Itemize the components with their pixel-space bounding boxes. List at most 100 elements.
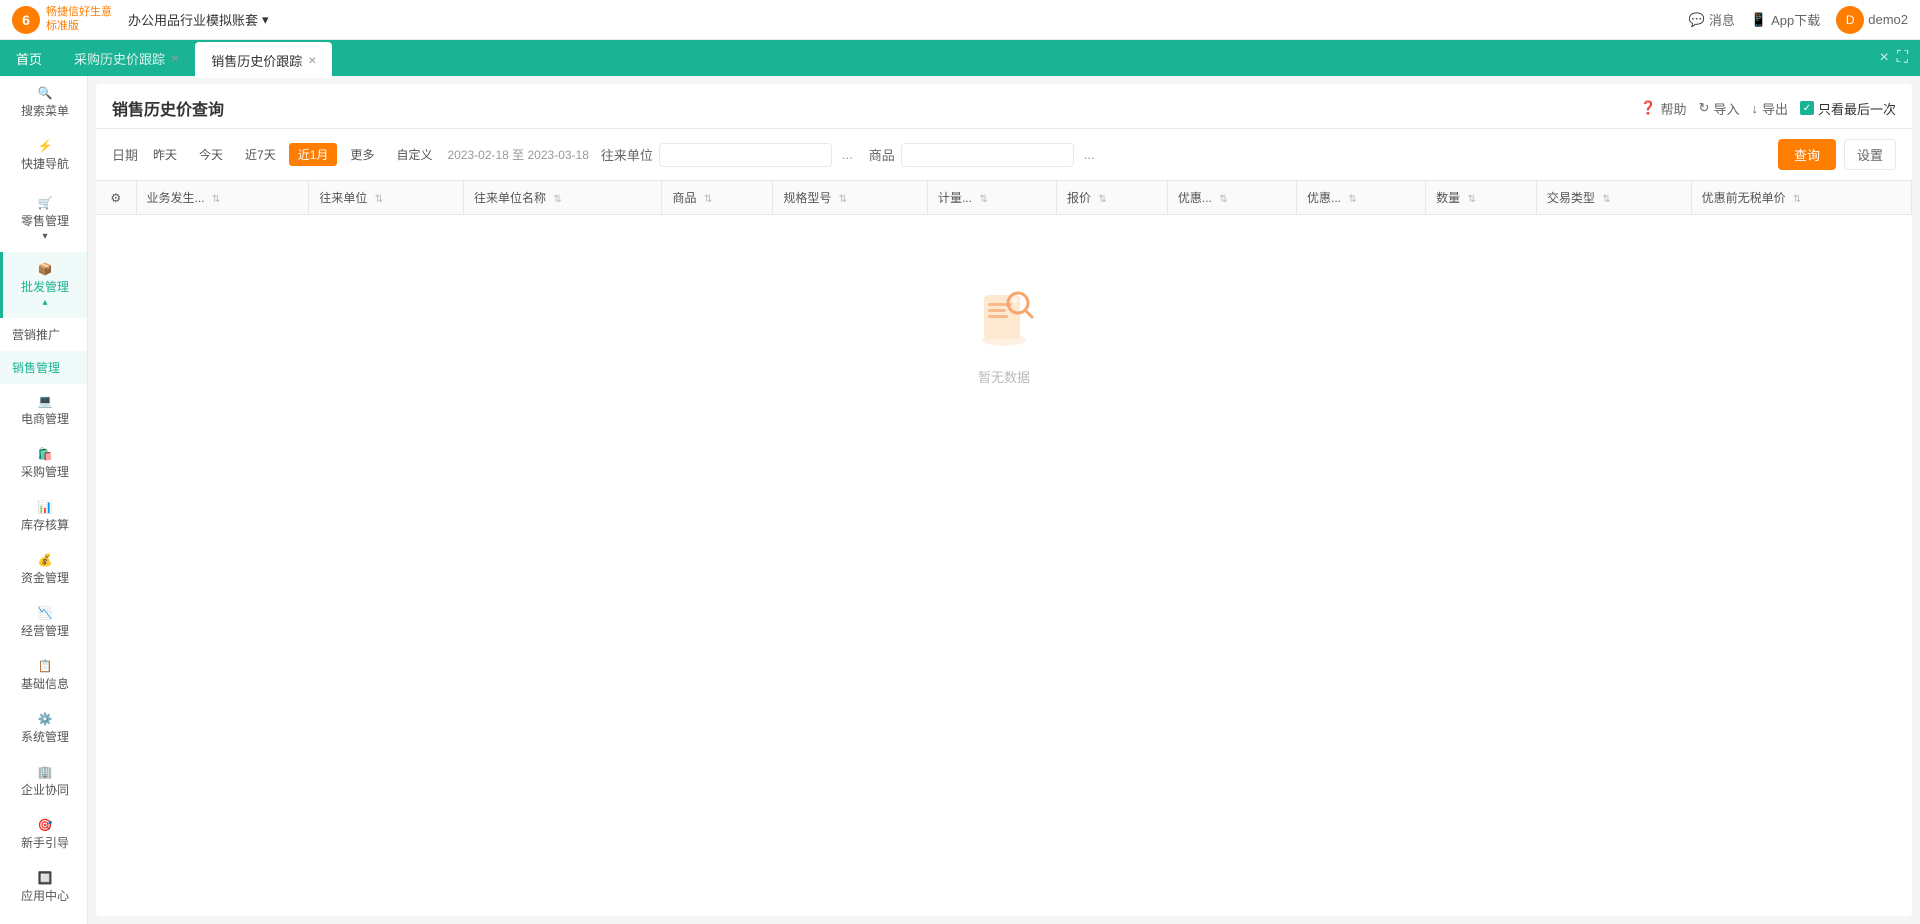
quick-nav-icon: ⚡ (38, 139, 53, 153)
col-qty[interactable]: 数量 ⇅ (1426, 181, 1537, 215)
sidebar-item-finance[interactable]: 💰 资金管理 (0, 543, 87, 596)
date-btn-yesterday[interactable]: 昨天 (144, 143, 186, 166)
query-button[interactable]: 查询 (1778, 139, 1836, 170)
sidebar-item-enterprise[interactable]: 🏢 企业协同 (0, 755, 87, 808)
tab-bar-actions: × ⛶ (1879, 49, 1920, 67)
top-bar: 6 畅捷信好生意 标准版 办公用品行业模拟账套 ▾ 💬 消息 📱 App下载 D… (0, 0, 1920, 40)
export-button[interactable]: ↓ 导出 (1751, 99, 1788, 118)
col-spec[interactable]: 规格型号 ⇅ (773, 181, 928, 215)
tab-sales-history[interactable]: 销售历史价跟踪 × (195, 42, 332, 78)
export-icon: ↓ (1751, 101, 1758, 116)
empty-state: 暂无数据 (96, 215, 1912, 446)
col-price[interactable]: 报价 ⇅ (1057, 181, 1168, 215)
purchase-icon: 🛍️ (38, 447, 53, 461)
apps-icon: 🔲 (38, 871, 53, 885)
sidebar-item-basics[interactable]: 📋 基础信息 (0, 649, 87, 702)
only-last-checkbox-label[interactable]: ✓ 只看最后一次 (1800, 99, 1896, 118)
sidebar-item-quick-nav[interactable]: ⚡ 快捷导航 (0, 129, 87, 182)
date-btn-today[interactable]: 今天 (190, 143, 232, 166)
logo-icon: 6 (12, 6, 40, 34)
date-label: 日期 (112, 145, 138, 164)
content-area: 销售历史价查询 ❓ 帮助 ↻ 导入 ↓ 导出 ✓ (88, 76, 1920, 924)
sidebar-item-wechat[interactable]: 💬 企业微信 (0, 914, 87, 924)
sort-no-tax-price-icon: ⇅ (1793, 194, 1801, 205)
col-partner-code[interactable]: 往来单位 ⇅ (309, 181, 464, 215)
date-buttons: 昨天 今天 近7天 近1月 更多 自定义 (144, 143, 441, 166)
col-settings[interactable]: ⚙ (96, 181, 136, 215)
close-all-tabs-icon[interactable]: × (1879, 49, 1888, 67)
date-btn-last7[interactable]: 近7天 (236, 143, 285, 166)
app-download-button[interactable]: 📱 App下载 (1751, 10, 1820, 29)
partner-ellipsis-btn[interactable]: ... (838, 147, 857, 162)
page-header: 销售历史价查询 ❓ 帮助 ↻ 导入 ↓ 导出 ✓ (96, 84, 1912, 129)
sidebar-sub-item-marketing[interactable]: 营销推广 (0, 318, 87, 351)
sidebar: 🔍 搜索菜单 ⚡ 快捷导航 🛒 零售管理 ▾ 📦 批发管理 ▴ 营销推广 销售管… (0, 76, 88, 924)
col-discount2[interactable]: 优惠... ⇅ (1296, 181, 1425, 215)
sidebar-item-guide[interactable]: 🎯 新手引导 (0, 808, 87, 861)
user-menu[interactable]: D demo2 (1836, 6, 1908, 34)
tab-home[interactable]: 首页 (0, 40, 58, 76)
date-btn-custom[interactable]: 自定义 (387, 143, 441, 166)
close-purchase-history-tab-icon[interactable]: × (171, 51, 179, 65)
sidebar-item-search[interactable]: 🔍 搜索菜单 (0, 76, 87, 129)
workspace-selector[interactable]: 办公用品行业模拟账套 ▾ (120, 6, 277, 33)
data-table: ⚙ 业务发生... ⇅ 往来单位 ⇅ 往来单位名称 (96, 181, 1912, 215)
sort-discount2-icon: ⇅ (1348, 194, 1356, 205)
main-layout: 🔍 搜索菜单 ⚡ 快捷导航 🛒 零售管理 ▾ 📦 批发管理 ▴ 营销推广 销售管… (0, 76, 1920, 924)
partner-filter-group: 往来单位 ... (601, 143, 857, 167)
col-product[interactable]: 商品 ⇅ (662, 181, 773, 215)
col-no-tax-price[interactable]: 优惠前无税单价 ⇅ (1691, 181, 1911, 215)
sort-partner-code-icon: ⇅ (375, 194, 383, 205)
expand-icon[interactable]: ⛶ (1897, 49, 1908, 67)
col-trade-type[interactable]: 交易类型 ⇅ (1536, 181, 1691, 215)
tab-purchase-history[interactable]: 采购历史价跟踪 × (58, 40, 195, 76)
sort-price-icon: ⇅ (1098, 194, 1106, 205)
col-biz-date[interactable]: 业务发生... ⇅ (136, 181, 309, 215)
product-input[interactable] (901, 143, 1074, 167)
table-container: ⚙ 业务发生... ⇅ 往来单位 ⇅ 往来单位名称 (96, 181, 1912, 916)
product-ellipsis-btn[interactable]: ... (1080, 147, 1099, 162)
avatar: D (1836, 6, 1864, 34)
message-icon: 💬 (1689, 12, 1705, 28)
sidebar-item-purchase[interactable]: 🛍️ 采购管理 (0, 437, 87, 490)
basics-icon: 📋 (38, 659, 53, 673)
message-button[interactable]: 💬 消息 (1689, 10, 1735, 29)
settings-icon[interactable]: ⚙ (110, 191, 121, 205)
page-title: 销售历史价查询 (112, 96, 224, 120)
empty-text: 暂无数据 (978, 367, 1030, 386)
only-last-checkbox[interactable]: ✓ (1800, 101, 1814, 115)
sidebar-item-apps[interactable]: 🔲 应用中心 (0, 861, 87, 914)
col-discount1[interactable]: 优惠... ⇅ (1167, 181, 1296, 215)
page: 销售历史价查询 ❓ 帮助 ↻ 导入 ↓ 导出 ✓ (96, 84, 1912, 916)
col-partner-name[interactable]: 往来单位名称 ⇅ (464, 181, 662, 215)
retail-expand-icon: ▾ (42, 231, 47, 242)
enterprise-icon: 🏢 (38, 765, 53, 779)
sidebar-sub-item-sales-mgmt[interactable]: 销售管理 (0, 351, 87, 384)
sidebar-item-operations[interactable]: 📉 经营管理 (0, 596, 87, 649)
sidebar-item-inventory[interactable]: 📊 库存核算 (0, 490, 87, 543)
filter-bar: 日期 昨天 今天 近7天 近1月 更多 自定义 2023-02-18 至 202… (96, 129, 1912, 181)
date-btn-more[interactable]: 更多 (341, 143, 383, 166)
close-sales-history-tab-icon[interactable]: × (308, 53, 316, 67)
sidebar-item-wholesale[interactable]: 📦 批发管理 ▴ (0, 252, 87, 318)
sidebar-item-retail[interactable]: 🛒 零售管理 ▾ (0, 186, 87, 252)
partner-label: 往来单位 (601, 145, 653, 164)
home-tab-label: 首页 (16, 49, 42, 68)
app-icon: 📱 (1751, 12, 1767, 28)
date-btn-last1m[interactable]: 近1月 (289, 143, 338, 166)
col-unit[interactable]: 计量... ⇅ (927, 181, 1056, 215)
tab-bar: 首页 采购历史价跟踪 × 销售历史价跟踪 × × ⛶ (0, 40, 1920, 76)
wholesale-icon: 📦 (38, 262, 53, 276)
top-bar-right: 💬 消息 📱 App下载 D demo2 (1689, 6, 1908, 34)
filter-settings-button[interactable]: 设置 (1844, 139, 1896, 170)
inventory-icon: 📊 (38, 500, 53, 514)
purchase-history-tab-label: 采购历史价跟踪 (74, 49, 165, 68)
import-button[interactable]: ↻ 导入 (1699, 99, 1740, 118)
sidebar-item-system[interactable]: ⚙️ 系统管理 (0, 702, 87, 755)
help-button[interactable]: ❓ 帮助 (1640, 99, 1686, 118)
sort-discount1-icon: ⇅ (1219, 194, 1227, 205)
sidebar-item-ecommerce[interactable]: 💻 电商管理 (0, 384, 87, 437)
partner-input[interactable] (659, 143, 832, 167)
import-icon: ↻ (1699, 100, 1710, 116)
sort-partner-name-icon: ⇅ (553, 194, 561, 205)
